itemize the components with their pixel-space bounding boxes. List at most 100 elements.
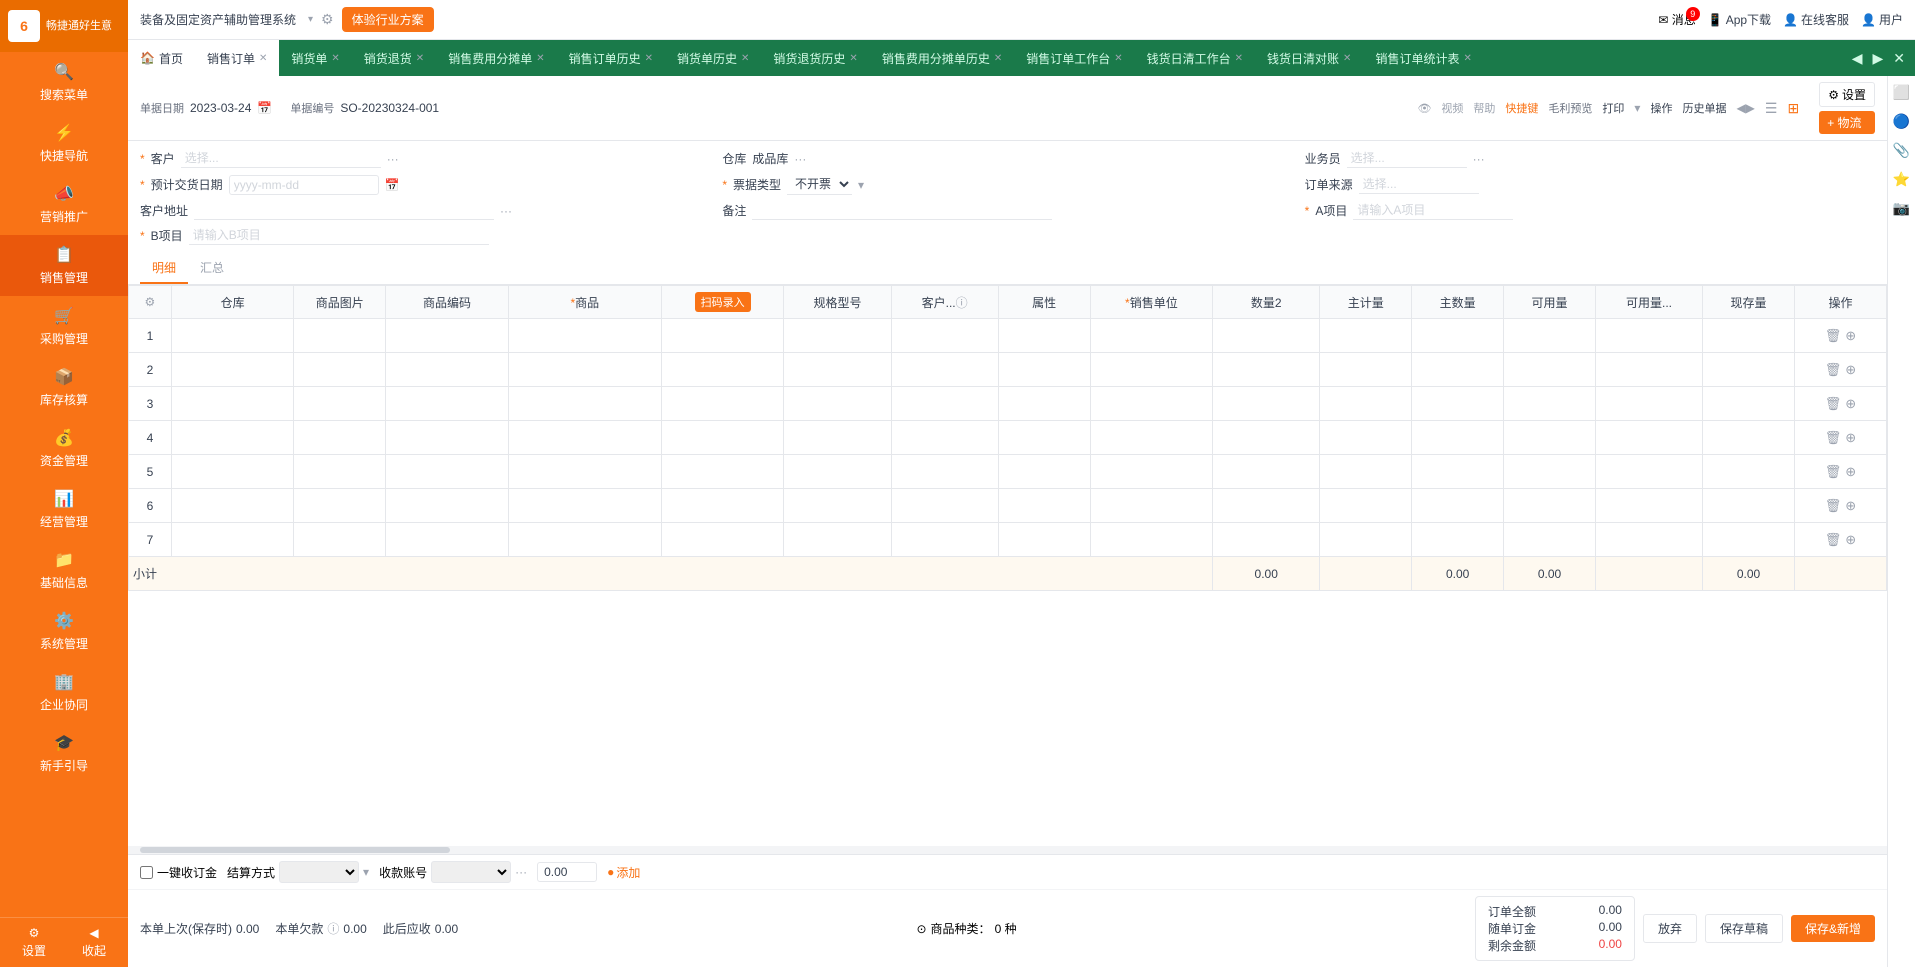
row-main-qty[interactable] [1412,489,1504,523]
discard-button[interactable]: 放弃 [1643,914,1697,943]
tab-slip-history[interactable]: 销货单历史 ✕ [665,40,761,76]
row-spec[interactable] [784,353,891,387]
row-main-unit[interactable] [1320,523,1412,557]
delete-row-button[interactable]: 🗑 [1825,328,1842,344]
calendar-icon[interactable]: 📅 [257,101,272,115]
tab-expense-history[interactable]: 销售费用分摊单历史 ✕ [870,40,1014,76]
settings-button[interactable]: ⚙ 设置 [1819,82,1875,107]
row-customer-code[interactable] [891,353,998,387]
tab-close-icon[interactable]: ✕ [536,53,544,64]
row-unit[interactable] [1090,455,1213,489]
row-main-qty[interactable] [1412,387,1504,421]
add-logistics-button[interactable]: + 物流 [1819,111,1875,134]
row-actions[interactable]: 🗑 ⊕ [1795,319,1887,353]
row-avail2[interactable] [1595,455,1702,489]
tab-sales-order[interactable]: 销售订单 ✕ [195,40,279,76]
add-payment-button[interactable]: ● 添加 [607,864,640,881]
warehouse-dots-icon[interactable]: ··· [794,152,806,166]
row-spec[interactable] [784,455,891,489]
sidebar-item-operations[interactable]: 📊 经营管理 [0,479,128,540]
sidebar-item-system[interactable]: ⚙️ 系统管理 [0,601,128,662]
row-qty2[interactable] [1213,523,1320,557]
tab-close-icon[interactable]: ✕ [994,53,1002,64]
row-avail2[interactable] [1595,353,1702,387]
delete-row-button[interactable]: 🗑 [1825,532,1842,548]
row-attr[interactable] [998,421,1090,455]
sidebar-item-collab[interactable]: 🏢 企业协同 [0,662,128,723]
row-main-qty[interactable] [1412,421,1504,455]
delete-row-button[interactable]: 🗑 [1825,464,1842,480]
sidebar-item-purchase[interactable]: 🛒 采购管理 [0,296,128,357]
gear-icon[interactable]: ⚙ [145,295,156,309]
row-qty2[interactable] [1213,421,1320,455]
row-actions[interactable]: 🗑 ⊕ [1795,523,1887,557]
row-main-unit[interactable] [1320,353,1412,387]
tab-order-workbench[interactable]: 销售订单工作台 ✕ [1014,40,1134,76]
copy-row-button[interactable]: ⊕ [1845,498,1856,514]
salesperson-dots-icon[interactable]: ··· [1473,152,1485,166]
row-product-img[interactable] [294,421,386,455]
row-product-img[interactable] [294,353,386,387]
row-warehouse[interactable] [171,387,294,421]
row-product[interactable] [508,455,661,489]
nav-prev-icon[interactable]: ◀ [1848,48,1867,69]
sidebar-item-quicknav[interactable]: ⚡ 快捷导航 [0,113,128,174]
row-warehouse[interactable] [171,489,294,523]
row-spec[interactable] [784,523,891,557]
copy-row-button[interactable]: ⊕ [1845,362,1856,378]
row-main-unit[interactable] [1320,489,1412,523]
row-product-code[interactable] [386,387,509,421]
row-avail[interactable] [1504,421,1596,455]
row-scan[interactable] [661,353,784,387]
copy-row-button[interactable]: ⊕ [1845,464,1856,480]
row-attr[interactable] [998,455,1090,489]
copy-row-button[interactable]: ⊕ [1845,396,1856,412]
horizontal-scrollbar[interactable] [140,847,450,853]
row-current[interactable] [1703,319,1795,353]
ops-btn[interactable]: 操作 [1650,100,1672,116]
col-gear[interactable]: ⚙ [129,286,172,319]
sidebar-item-search[interactable]: 🔍 搜索菜单 [0,52,128,113]
row-warehouse[interactable] [171,319,294,353]
row-unit[interactable] [1090,387,1213,421]
tab-close-icon[interactable]: ✕ [1235,53,1243,64]
row-product-code[interactable] [386,421,509,455]
row-actions[interactable]: 🗑 ⊕ [1795,455,1887,489]
row-scan[interactable] [661,387,784,421]
print-btn[interactable]: 打印 [1602,100,1624,116]
row-qty2[interactable] [1213,319,1320,353]
row-product-code[interactable] [386,523,509,557]
row-avail2[interactable] [1595,319,1702,353]
row-unit[interactable] [1090,319,1213,353]
row-spec[interactable] [784,421,891,455]
row-current[interactable] [1703,523,1795,557]
row-product[interactable] [508,421,661,455]
row-main-unit[interactable] [1320,387,1412,421]
payment-method-select[interactable] [279,861,359,883]
row-avail[interactable] [1504,353,1596,387]
row-attr[interactable] [998,523,1090,557]
row-product-img[interactable] [294,455,386,489]
topbar-gear-icon[interactable]: ⚙ [321,11,334,28]
row-actions[interactable]: 🗑 ⊕ [1795,353,1887,387]
row-product-img[interactable] [294,319,386,353]
row-avail2[interactable] [1595,489,1702,523]
row-scan[interactable] [661,455,784,489]
delivery-calendar-icon[interactable]: 📅 [385,178,400,192]
remark-input[interactable] [752,201,1052,220]
customer-input[interactable] [181,149,381,168]
row-main-qty[interactable] [1412,353,1504,387]
delete-row-button[interactable]: 🗑 [1825,362,1842,378]
row-actions[interactable]: 🗑 ⊕ [1795,387,1887,421]
history-btn[interactable]: 历史单据 [1682,100,1726,116]
row-product-code[interactable] [386,489,509,523]
row-unit[interactable] [1090,353,1213,387]
row-product-code[interactable] [386,353,509,387]
row-product-code[interactable] [386,455,509,489]
customer-dots-icon[interactable]: ··· [387,152,399,166]
sidebar-collapse-btn[interactable]: ◀ 收起 [82,926,106,959]
sidebar-item-guide[interactable]: 🎓 新手引导 [0,723,128,784]
tab-return-history[interactable]: 销货退货历史 ✕ [761,40,869,76]
row-warehouse[interactable] [171,353,294,387]
row-avail[interactable] [1504,387,1596,421]
